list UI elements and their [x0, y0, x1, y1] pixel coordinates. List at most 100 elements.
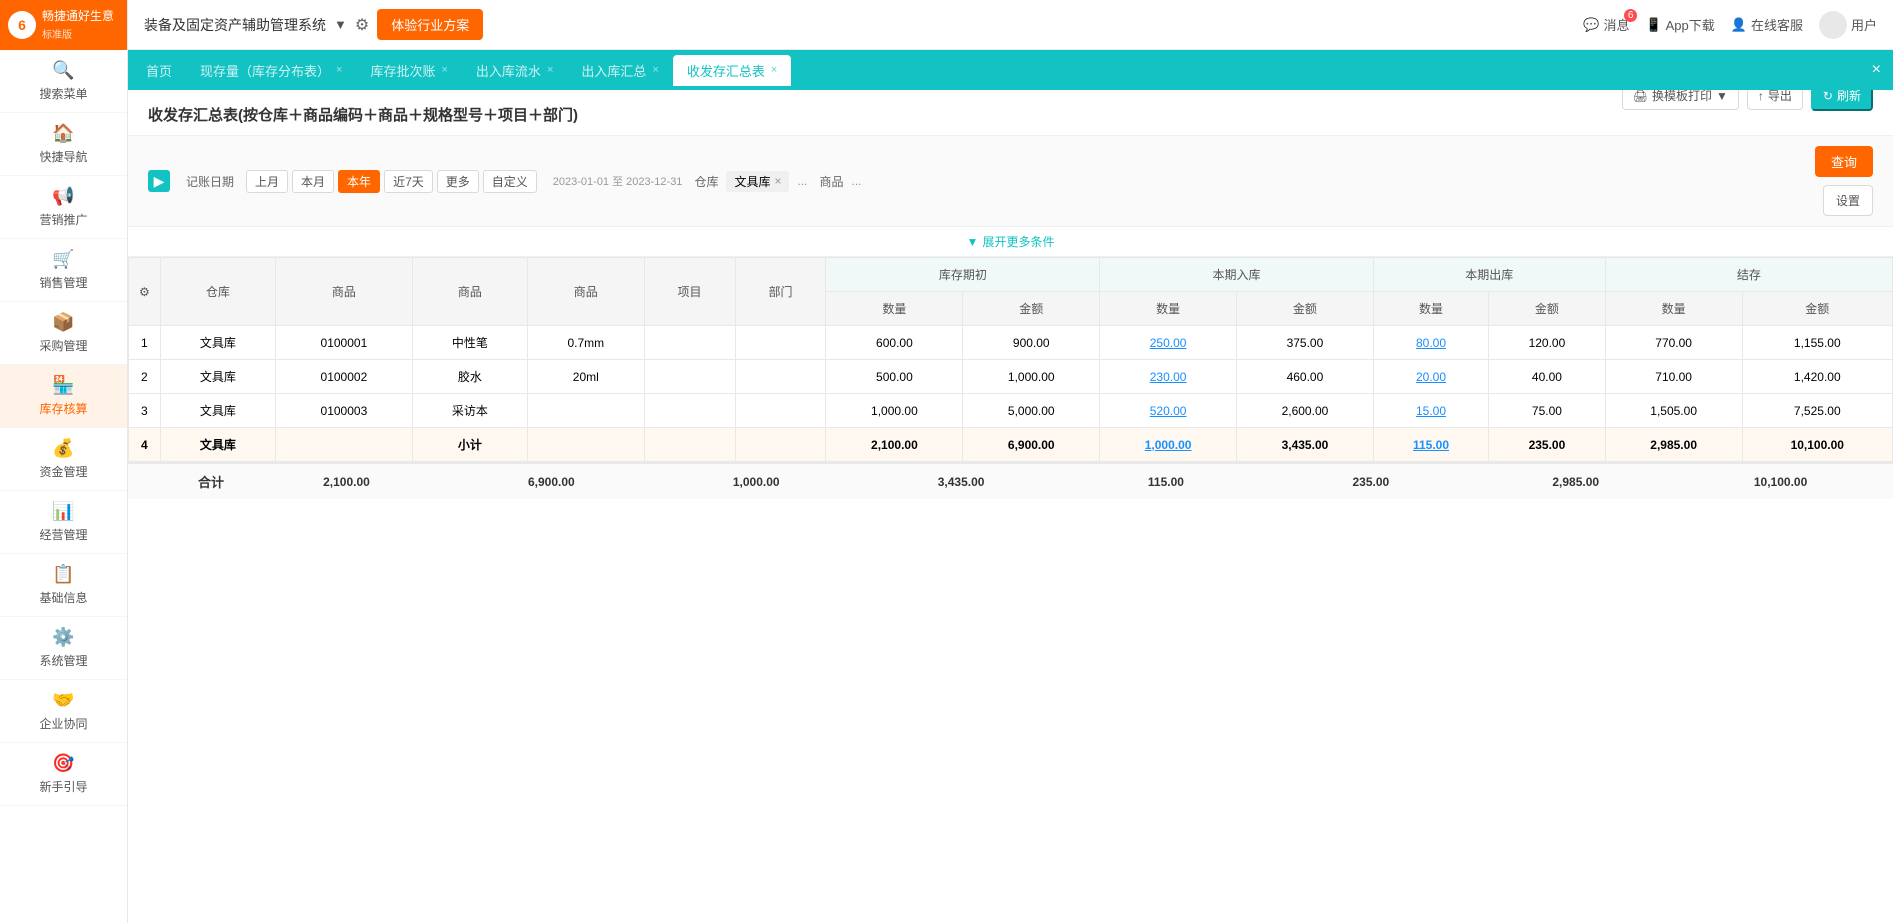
export-label: 导出: [1768, 90, 1792, 104]
settings-icon[interactable]: ⚙: [355, 15, 369, 35]
cell-goods-code: 0100003: [275, 394, 412, 428]
sidebar-item-enterprise[interactable]: 🤝企业协同: [0, 680, 127, 743]
date-btn-last-month[interactable]: 上月: [246, 170, 288, 193]
refresh-icon: ↻: [1823, 90, 1833, 103]
query-btn[interactable]: 查询: [1815, 146, 1873, 177]
online-service-btn[interactable]: 👤 在线客服: [1731, 15, 1803, 34]
warehouse-tag-close[interactable]: ×: [774, 174, 781, 188]
cell-goods-spec: 0.7mm: [528, 326, 645, 360]
message-btn[interactable]: 💬 消息 6: [1583, 15, 1629, 34]
tab-inout-summary[interactable]: 出入库汇总 ×: [567, 55, 672, 86]
date-btns: 上月 本月 本年 近7天 更多 自定义: [246, 170, 537, 193]
cell-goods-name: 采访本: [412, 394, 527, 428]
finance-icon: 💰: [52, 438, 74, 459]
sidebar-item-quick-nav[interactable]: 🏠 快捷导航: [0, 113, 127, 176]
sidebar-item-search[interactable]: 🔍搜索菜单: [0, 50, 127, 113]
tabbar-close-all-btn[interactable]: ×: [1864, 57, 1889, 83]
tab-home[interactable]: 首页: [132, 55, 186, 86]
warehouse-tag: 文具库 ×: [726, 171, 789, 192]
footer-values: 2,100.00 6,900.00 1,000.00 3,435.00 115.…: [244, 475, 1883, 489]
tab-batch-ledger[interactable]: 库存批次账 ×: [356, 55, 461, 86]
cell-warehouse: 文具库: [160, 428, 275, 462]
cell-open-amt: 1,000.00: [963, 360, 1100, 394]
cell-open-amt: 5,000.00: [963, 394, 1100, 428]
cell-goods-spec: [528, 394, 645, 428]
service-icon: 👤: [1731, 17, 1747, 33]
tab-inout-flow-close[interactable]: ×: [547, 64, 553, 76]
online-service-label: 在线客服: [1751, 15, 1803, 34]
goods-more[interactable]: ...: [852, 174, 862, 188]
cell-open-qty: 600.00: [826, 326, 963, 360]
system-dropdown[interactable]: ▼: [334, 17, 347, 32]
tab-inout-summary-close[interactable]: ×: [652, 64, 658, 76]
expand-conditions-btn[interactable]: ▼ 展开更多条件: [967, 233, 1055, 250]
sales-icon: 🛒: [52, 249, 74, 270]
sidebar-item-label: 快捷导航: [39, 148, 87, 165]
cell-in-amt: 2,600.00: [1237, 394, 1374, 428]
sidebar-item-purchase[interactable]: 📦采购管理: [0, 302, 127, 365]
cell-project: [644, 326, 735, 360]
topbar-left: 装备及固定资产辅助管理系统 ▼ ⚙ 体验行业方案: [144, 9, 483, 40]
tab-inout-summary-label: 出入库汇总: [581, 61, 646, 80]
cell-open-qty: 500.00: [826, 360, 963, 394]
settings-btn[interactable]: 设置: [1823, 185, 1873, 216]
tab-batch-ledger-close[interactable]: ×: [441, 64, 447, 76]
sidebar-item-newbie[interactable]: 🎯新手引导: [0, 743, 127, 806]
tab-recv-send-summary[interactable]: 收发存汇总表 ×: [673, 55, 791, 86]
tab-inout-flow[interactable]: 出入库流水 ×: [462, 55, 567, 86]
date-range: 2023-01-01 至 2023-12-31: [553, 173, 683, 189]
sidebar-item-sales[interactable]: 🛒销售管理: [0, 239, 127, 302]
cell-in-qty[interactable]: 520.00: [1100, 394, 1237, 428]
cell-out-qty[interactable]: 115.00: [1373, 428, 1488, 462]
th-settings[interactable]: ⚙: [129, 258, 161, 326]
sidebar-item-system[interactable]: ⚙️系统管理: [0, 617, 127, 680]
cell-bal-qty: 770.00: [1605, 326, 1742, 360]
cell-in-qty[interactable]: 250.00: [1100, 326, 1237, 360]
print-btn[interactable]: 🖨 换模板打印 ▼: [1622, 90, 1739, 110]
refresh-btn[interactable]: ↻ 刷新: [1811, 90, 1873, 111]
table-row: 3 文具库 0100003 采访本 1,000.00 5,000.00 520.…: [129, 394, 1893, 428]
filter-expand-btn[interactable]: ▶: [148, 170, 170, 192]
cell-goods-code: 0100002: [275, 360, 412, 394]
inventory-icon: 🏪: [52, 375, 74, 396]
cell-in-qty[interactable]: 1,000.00: [1100, 428, 1237, 462]
date-btn-custom[interactable]: 自定义: [483, 170, 537, 193]
cell-in-amt: 3,435.00: [1237, 428, 1374, 462]
app-download-label: App下载: [1666, 15, 1715, 34]
expand-label: 展开更多条件: [982, 233, 1054, 250]
th-goods-spec: 商品: [528, 258, 645, 326]
tab-inventory-dist[interactable]: 现存量（库存分布表） ×: [186, 55, 356, 86]
th-project: 项目: [644, 258, 735, 326]
date-btn-this-month[interactable]: 本月: [292, 170, 334, 193]
page-title: 收发存汇总表(按仓库＋商品编码＋商品＋规格型号＋项目＋部门): [148, 107, 578, 124]
export-btn[interactable]: ↑ 导出: [1747, 90, 1803, 110]
logo-text: 畅捷通好生意: [42, 9, 114, 25]
tabbar: 首页 现存量（库存分布表） × 库存批次账 × 出入库流水 × 出入库汇总 × …: [128, 50, 1893, 90]
sidebar-item-basic-info[interactable]: 📋基础信息: [0, 554, 127, 617]
sidebar-item-marketing[interactable]: 📢营销推广: [0, 176, 127, 239]
sidebar-item-operations[interactable]: 📊经营管理: [0, 491, 127, 554]
cell-in-qty[interactable]: 230.00: [1100, 360, 1237, 394]
sidebar-item-label: 经营管理: [39, 526, 87, 543]
quick-nav-icon: 🏠: [52, 123, 74, 144]
experience-btn[interactable]: 体验行业方案: [377, 9, 483, 40]
tab-recv-send-summary-close[interactable]: ×: [771, 64, 777, 76]
topbar-right: 💬 消息 6 📱 App下载 👤 在线客服 用户: [1583, 11, 1877, 39]
cell-out-qty[interactable]: 15.00: [1373, 394, 1488, 428]
cell-out-qty[interactable]: 80.00: [1373, 326, 1488, 360]
date-btn-this-year[interactable]: 本年: [338, 170, 380, 193]
cell-out-qty[interactable]: 20.00: [1373, 360, 1488, 394]
date-btn-more[interactable]: 更多: [437, 170, 479, 193]
tab-inventory-dist-close[interactable]: ×: [336, 64, 342, 76]
th-in: 本期入库: [1100, 258, 1374, 292]
user-btn[interactable]: 用户: [1819, 11, 1877, 39]
sidebar-logo: 6 畅捷通好生意 标准版: [0, 0, 127, 50]
warehouse-tag-text: 文具库: [734, 173, 770, 190]
app-download-btn[interactable]: 📱 App下载: [1645, 15, 1714, 34]
date-btn-7days[interactable]: 近7天: [384, 170, 433, 193]
warehouse-more[interactable]: ...: [797, 174, 807, 188]
sidebar-item-finance[interactable]: 💰资金管理: [0, 428, 127, 491]
cell-out-amt: 40.00: [1489, 360, 1606, 394]
sidebar-item-inventory[interactable]: 🏪库存核算: [0, 365, 127, 428]
page-header: 收发存汇总表(按仓库＋商品编码＋商品＋规格型号＋项目＋部门) 🖨 换模板打印 ▼…: [128, 90, 1893, 136]
